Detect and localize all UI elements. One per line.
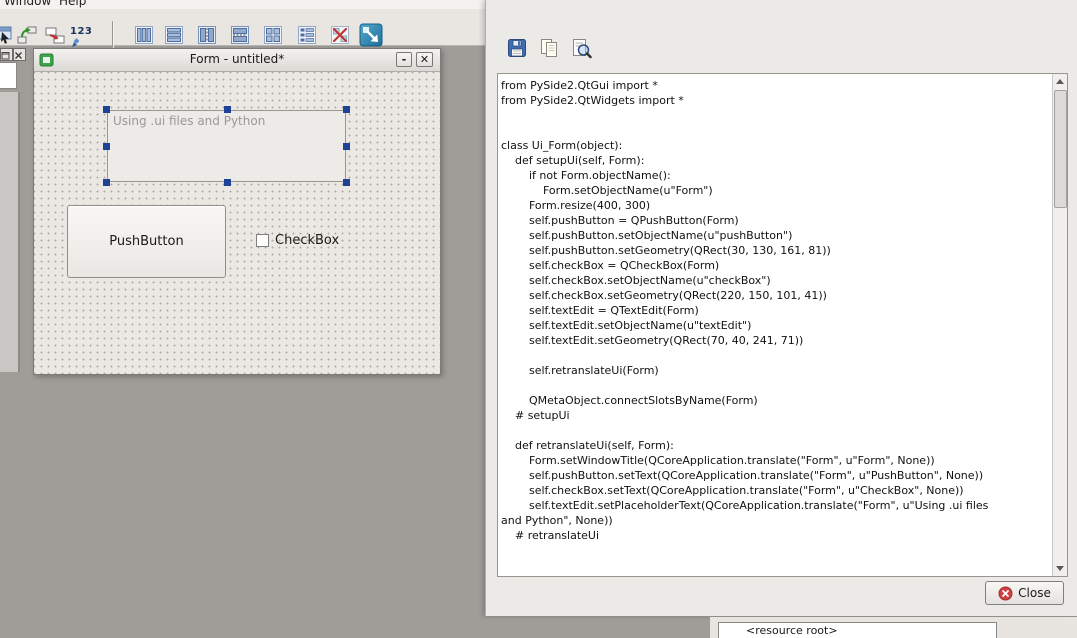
pushbutton-widget[interactable]: PushButton	[67, 205, 226, 278]
scrollbar-thumb[interactable]	[1054, 90, 1067, 208]
edit-signals-slots-button[interactable]	[16, 24, 38, 48]
qt-designer-screen: Window Help	[0, 0, 1077, 638]
minimize-button[interactable]: -	[396, 52, 412, 67]
menu-help[interactable]: Help	[59, 0, 86, 8]
layout-horizontal-splitter-icon	[196, 24, 218, 46]
adjust-size-button[interactable]	[358, 22, 384, 48]
selection-handle-bottom-right[interactable]	[343, 179, 350, 186]
dock-edge[interactable]	[0, 92, 20, 372]
form-window-title: Form - untitled*	[34, 52, 440, 66]
textedit-placeholder: Using .ui files and Python	[108, 111, 345, 131]
scroll-up-button[interactable]	[1053, 74, 1067, 89]
layout-form-icon	[296, 24, 318, 46]
layout-horizontal-button[interactable]	[133, 24, 155, 48]
edit-buddies-button[interactable]	[44, 24, 66, 48]
scroll-down-button[interactable]	[1053, 561, 1067, 576]
selection-handle-bottom-center[interactable]	[224, 179, 231, 186]
generated-python-code[interactable]: from PySide2.QtGui import * from PySide2…	[498, 74, 1052, 576]
layout-form-button[interactable]	[296, 24, 318, 48]
close-button-label: Close	[1018, 586, 1051, 600]
code-viewer-dialog: from PySide2.QtGui import * from PySide2…	[485, 0, 1077, 616]
main-toolbar: 123	[0, 9, 485, 46]
layout-grid-button[interactable]	[262, 24, 284, 48]
scroll-down-icon	[1056, 566, 1064, 571]
layout-horizontal-splitter-button[interactable]	[196, 24, 218, 48]
scroll-up-icon	[1056, 79, 1064, 84]
float-dock-icon	[1, 51, 10, 60]
dialog-close-button[interactable]: Close	[985, 581, 1064, 605]
close-button[interactable]: ✕	[416, 52, 433, 67]
selection-handle-top-right[interactable]	[343, 106, 350, 113]
form-designer-window: Form - untitled* - ✕ Using .ui files and…	[33, 48, 441, 375]
widget-filter-input[interactable]	[0, 62, 17, 89]
dock-close-button[interactable]	[13, 48, 26, 61]
close-dock-icon	[14, 51, 23, 60]
menubar: Window Help	[0, 0, 485, 9]
toolbar-separator	[112, 21, 113, 49]
adjust-size-icon	[358, 22, 384, 48]
form-canvas[interactable]: Using .ui files and Python PushButton Ch…	[34, 72, 440, 374]
form-window-titlebar[interactable]: Form - untitled* - ✕	[34, 49, 440, 72]
layout-grid-icon	[262, 24, 284, 46]
find-in-code-button[interactable]	[570, 37, 592, 59]
save-code-button[interactable]	[506, 37, 528, 59]
pushbutton-label: PushButton	[109, 234, 183, 249]
close-circle-icon	[998, 586, 1013, 601]
edit-tab-order-button[interactable]: 123	[70, 26, 100, 50]
selection-handle-mid-left[interactable]	[103, 143, 110, 150]
checkbox-widget[interactable]: CheckBox	[256, 233, 339, 248]
checkbox-indicator[interactable]	[256, 234, 269, 247]
copy-code-button[interactable]	[538, 37, 560, 59]
layout-vertical-icon	[163, 24, 185, 46]
break-layout-button[interactable]	[329, 24, 351, 48]
edit-widgets-icon	[0, 24, 14, 46]
layout-vertical-splitter-icon	[229, 24, 251, 46]
resource-root-item[interactable]: <resource root>	[718, 622, 997, 638]
menu-window[interactable]: Window	[4, 0, 51, 8]
layout-horizontal-icon	[133, 24, 155, 46]
textedit-widget[interactable]: Using .ui files and Python	[107, 110, 346, 182]
checkbox-label: CheckBox	[275, 233, 339, 248]
save-icon	[506, 37, 528, 59]
dock-float-button[interactable]	[0, 48, 13, 61]
break-layout-icon	[329, 24, 351, 46]
selection-handle-top-center[interactable]	[224, 106, 231, 113]
layout-vertical-splitter-button[interactable]	[229, 24, 251, 48]
layout-vertical-button[interactable]	[163, 24, 185, 48]
edit-widgets-button[interactable]	[0, 24, 14, 48]
selection-handle-bottom-left[interactable]	[103, 179, 110, 186]
edit-signals-slots-icon	[16, 24, 38, 46]
code-view: from PySide2.QtGui import * from PySide2…	[497, 73, 1068, 577]
find-icon	[570, 37, 592, 59]
copy-icon	[538, 37, 560, 59]
selection-handle-top-left[interactable]	[103, 106, 110, 113]
widget-box-dock	[0, 46, 22, 636]
selection-handle-mid-right[interactable]	[343, 143, 350, 150]
edit-tab-order-icon: 123	[70, 26, 92, 37]
resource-browser-dock: <resource root>	[710, 617, 1077, 638]
edit-buddies-icon	[44, 24, 66, 46]
resource-root-label: <resource root>	[746, 624, 838, 637]
code-scrollbar[interactable]	[1052, 74, 1067, 576]
